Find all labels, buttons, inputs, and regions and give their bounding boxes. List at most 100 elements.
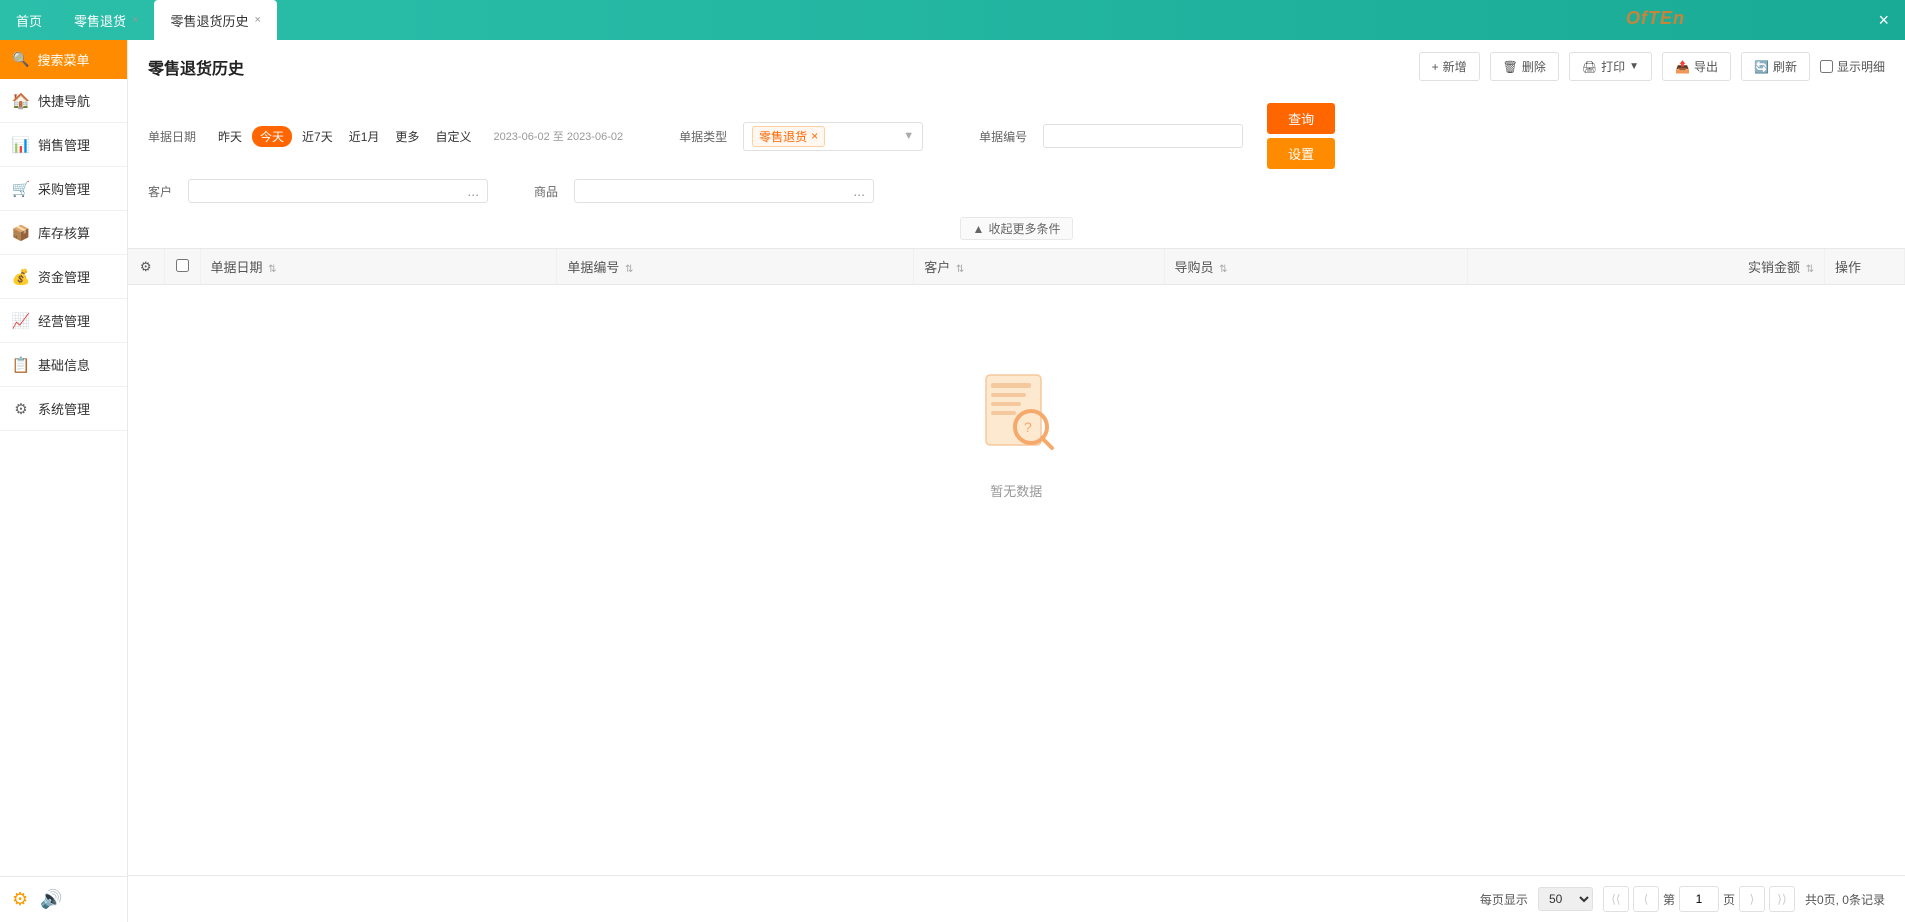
tab-retail-return[interactable]: 零售退货 × [58, 0, 154, 40]
new-icon: + [1432, 60, 1439, 74]
page-size-label: 每页显示 [1480, 891, 1528, 908]
export-label: 导出 [1694, 58, 1718, 75]
table-area: ⚙ 单据日期 ⇅ 单据编号 ⇅ [128, 249, 1905, 875]
th-date[interactable]: 单据日期 ⇅ [200, 249, 557, 285]
new-label: 新增 [1443, 58, 1467, 75]
date-btn-7days[interactable]: 近7天 [296, 126, 339, 147]
sidebar-item-purchase-mgmt[interactable]: 🛒 采购管理 [0, 167, 127, 211]
collapse-button[interactable]: ▲ 收起更多条件 [960, 217, 1074, 240]
sidebar-item-inventory-label: 库存核算 [38, 223, 90, 242]
tab-home[interactable]: 首页 [0, 0, 58, 40]
date-btn-today[interactable]: 今天 [252, 126, 292, 147]
goods-input-placeholder [583, 184, 853, 198]
goods-ellipsis-btn[interactable]: ... [853, 183, 865, 199]
audio-bottom-icon[interactable]: 🔊 [40, 889, 62, 910]
settings-bottom-icon[interactable]: ⚙ [12, 889, 28, 910]
tab-retail-return-history[interactable]: 零售退货历史 × [154, 0, 276, 40]
show-detail-checkbox-label[interactable]: 显示明细 [1820, 58, 1885, 75]
window-close-button[interactable]: × [1862, 10, 1905, 31]
goods-filter-label: 商品 [534, 183, 558, 200]
date-quick-buttons: 昨天 今天 近7天 近1月 更多 自定义 [212, 126, 477, 147]
doc-type-tag: 零售退货 × [752, 126, 825, 147]
customer-ellipsis-btn[interactable]: ... [467, 183, 479, 199]
th-settings[interactable]: ⚙ [128, 249, 164, 285]
page-header: 零售退货历史 + 新增 🗑 删除 🖨 打印 ▼ [128, 40, 1905, 249]
print-button[interactable]: 🖨 打印 ▼ [1569, 52, 1652, 81]
date-filter-label: 单据日期 [148, 128, 196, 145]
svg-text:?: ? [1024, 419, 1032, 435]
doc-number-input[interactable] [1043, 124, 1243, 148]
sidebar-item-basic-info-label: 基础信息 [38, 355, 90, 374]
sidebar-item-sales-mgmt[interactable]: 📊 销售管理 [0, 123, 127, 167]
pager-prev-btn[interactable]: ⟨ [1633, 886, 1659, 912]
page-size-select[interactable]: 20 50 100 [1538, 887, 1593, 911]
customer-filter-label: 客户 [148, 183, 172, 200]
th-number[interactable]: 单据编号 ⇅ [557, 249, 914, 285]
tab-retail-return-close[interactable]: × [132, 14, 138, 26]
refresh-label: 刷新 [1773, 58, 1797, 75]
sidebar-item-basic-info[interactable]: 📋 基础信息 [0, 343, 127, 387]
empty-state-cell: ? 暂无数据 [128, 285, 1905, 541]
th-customer-sort-icon: ⇅ [956, 264, 964, 275]
main-layout: 🔍 搜索菜单 🏠 快捷导航 📊 销售管理 🛒 采购管理 📦 库存核算 💰 资金管… [0, 40, 1905, 922]
th-number-label: 单据编号 [567, 260, 619, 275]
refresh-button[interactable]: 🔄 刷新 [1741, 52, 1810, 81]
select-all-checkbox[interactable] [176, 259, 189, 272]
doc-type-tag-remove[interactable]: × [811, 129, 818, 143]
system-mgmt-icon: ⚙ [12, 400, 30, 418]
total-info: 共0页, 0条记录 [1805, 891, 1885, 908]
doc-type-tag-text: 零售退货 [759, 128, 807, 145]
tab-list: 首页 零售退货 × 零售退货历史 × [0, 0, 1862, 40]
sidebar-item-finance[interactable]: 💰 资金管理 [0, 255, 127, 299]
export-button[interactable]: 📤 导出 [1662, 52, 1731, 81]
top-bar: 首页 零售退货 × 零售退货历史 × OfTEn × [0, 0, 1905, 40]
filter-row-2: 客户 ... 商品 ... [148, 179, 1885, 203]
quick-nav-icon: 🏠 [12, 92, 30, 110]
sidebar-search[interactable]: 🔍 搜索菜单 [0, 40, 127, 79]
th-guide[interactable]: 导购员 ⇅ [1164, 249, 1468, 285]
settings-filter-button[interactable]: 设置 [1267, 138, 1335, 169]
th-guide-label: 导购员 [1175, 260, 1214, 275]
sidebar-item-system-mgmt[interactable]: ⚙ 系统管理 [0, 387, 127, 431]
new-button[interactable]: + 新增 [1419, 52, 1480, 81]
table-settings-icon[interactable]: ⚙ [140, 259, 152, 274]
pager-last-btn[interactable]: ⟩⟩ [1769, 886, 1795, 912]
collapse-up-icon: ▲ [973, 222, 985, 236]
tab-retail-return-history-close[interactable]: × [254, 14, 260, 26]
sidebar-item-sales-mgmt-label: 销售管理 [38, 135, 90, 154]
page-title: 零售退货历史 [148, 55, 244, 79]
sidebar-item-inventory[interactable]: 📦 库存核算 [0, 211, 127, 255]
page-input[interactable] [1679, 886, 1719, 912]
query-button[interactable]: 查询 [1267, 103, 1335, 134]
purchase-mgmt-icon: 🛒 [12, 180, 30, 198]
th-number-sort-icon: ⇅ [625, 264, 633, 275]
date-btn-yesterday[interactable]: 昨天 [212, 126, 248, 147]
date-btn-custom[interactable]: 自定义 [429, 126, 477, 147]
toolbar: + 新增 🗑 删除 🖨 打印 ▼ 📤 导出 [1419, 52, 1885, 81]
th-customer[interactable]: 客户 ⇅ [914, 249, 1164, 285]
content-area: 零售退货历史 + 新增 🗑 删除 🖨 打印 ▼ [128, 40, 1905, 922]
delete-button[interactable]: 🗑 删除 [1490, 52, 1559, 81]
sidebar-item-system-mgmt-label: 系统管理 [38, 399, 90, 418]
delete-label: 删除 [1522, 58, 1546, 75]
th-action-label: 操作 [1835, 260, 1861, 275]
doc-type-select[interactable]: 零售退货 × ▼ [743, 122, 923, 151]
sales-mgmt-icon: 📊 [12, 136, 30, 154]
refresh-icon: 🔄 [1754, 60, 1769, 74]
th-date-sort-icon: ⇅ [268, 264, 276, 275]
th-guide-sort-icon: ⇅ [1219, 264, 1227, 275]
date-btn-1month[interactable]: 近1月 [343, 126, 386, 147]
date-btn-more[interactable]: 更多 [389, 126, 425, 147]
th-date-label: 单据日期 [211, 260, 263, 275]
sidebar-item-business[interactable]: 📈 经营管理 [0, 299, 127, 343]
search-icon: 🔍 [12, 51, 29, 68]
pager-first-btn[interactable]: ⟨⟨ [1603, 886, 1629, 912]
sidebar-item-quick-nav[interactable]: 🏠 快捷导航 [0, 79, 127, 123]
tab-retail-return-history-label: 零售退货历史 [170, 11, 248, 30]
collapse-label: 收起更多条件 [988, 220, 1060, 237]
print-label: 打印 [1601, 58, 1625, 75]
show-detail-checkbox[interactable] [1820, 60, 1833, 73]
th-amount[interactable]: 实销金额 ⇅ [1468, 249, 1825, 285]
pager-next-btn[interactable]: ⟩ [1739, 886, 1765, 912]
filter-row-1: 单据日期 昨天 今天 近7天 近1月 更多 自定义 2023-06-02 至 2… [148, 103, 1885, 169]
